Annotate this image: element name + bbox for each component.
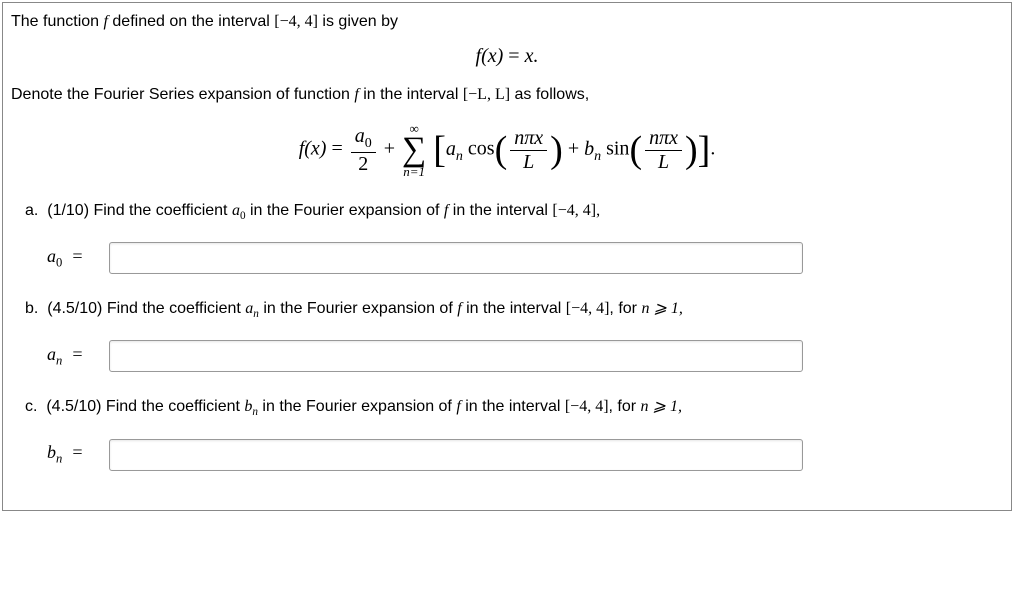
eq: = [326,138,347,160]
label: a. [25,202,38,219]
text: defined on the interval [108,13,274,30]
text: Denote the Fourier Series expansion of f… [11,86,354,103]
denote-text: Denote the Fourier Series expansion of f… [11,86,1003,104]
text: Find the coefficient [102,300,245,317]
a0-label: a0 = [47,246,99,271]
text: in the interval [448,202,552,219]
text: in the interval [461,398,565,415]
plus: + [384,138,400,160]
text: in the Fourier expansion of [246,202,444,219]
part-b-text: b. (4.5/10) Find the coefficient an in t… [25,298,1003,320]
interval: [−4, 4] [274,13,318,30]
an-input[interactable] [109,340,803,372]
part-c-text: c. (4.5/10) Find the coefficient bn in t… [25,396,1003,418]
fourier-series-formula: f(x) = a0 2 + ∞ ∑ n=1 [an cos(nπxL) + bn… [11,122,1003,178]
bn-label: bn = [47,442,99,467]
frac-a0-2: a0 2 [351,125,376,176]
bn: bn [584,138,601,160]
function-definition: f(x) = x. [11,45,1003,68]
text: is given by [318,13,398,30]
text: as follows, [510,86,589,103]
eq: = [503,45,524,67]
text: , for [609,398,641,415]
an-label: an = [47,344,99,369]
sin: sin [601,138,629,160]
lhs: f(x) [476,45,504,67]
coef: a0 [232,202,246,219]
right-bracket: ] [698,134,711,166]
a0-input[interactable] [109,242,803,274]
points: (1/10) [47,202,89,219]
text: , for [609,300,641,317]
part-a: a. (1/10) Find the coefficient a0 in the… [25,202,1003,274]
left-bracket: [ [433,134,446,166]
interval: [−L, L] [463,86,510,103]
lhs: f(x) [299,138,327,160]
coef: bn [244,398,258,415]
summation: ∞ ∑ n=1 [402,122,426,178]
points: (4.5/10) [46,398,101,415]
problem-container: The function f defined on the interval [… [2,2,1012,511]
interval: [−4, 4] [565,398,609,415]
text: in the Fourier expansion of [258,398,456,415]
rhs: x. [525,45,539,67]
frac-npix-L-2: nπxL [645,127,682,174]
answer-row-bn: bn = [47,439,1003,471]
interval: [−4, 4], [552,202,600,219]
text: in the interval [462,300,566,317]
label: c. [25,398,37,415]
rparen: ) [685,134,698,166]
frac-npix-L: nπxL [510,127,547,174]
text: in the Fourier expansion of [259,300,457,317]
bn-input[interactable] [109,439,803,471]
an: an [446,138,463,160]
period: . [710,138,715,160]
answer-row-a0: a0 = [47,242,1003,274]
text: in the interval [359,86,463,103]
text: Find the coefficient [101,398,244,415]
text: Find the coefficient [89,202,232,219]
coef: an [245,300,259,317]
condition: n ⩾ 1, [641,300,682,317]
part-a-text: a. (1/10) Find the coefficient a0 in the… [25,202,1003,222]
lparen: ( [495,134,508,166]
plus: + [563,138,584,160]
points: (4.5/10) [47,300,102,317]
part-c: c. (4.5/10) Find the coefficient bn in t… [25,396,1003,470]
part-b: b. (4.5/10) Find the coefficient an in t… [25,298,1003,372]
cos: cos [463,138,495,160]
condition: n ⩾ 1, [641,398,682,415]
answer-row-an: an = [47,340,1003,372]
interval: [−4, 4] [566,300,610,317]
text: The function [11,13,104,30]
intro-text: The function f defined on the interval [… [11,13,1003,31]
rparen: ) [550,134,563,166]
lparen: ( [629,134,642,166]
label: b. [25,300,38,317]
